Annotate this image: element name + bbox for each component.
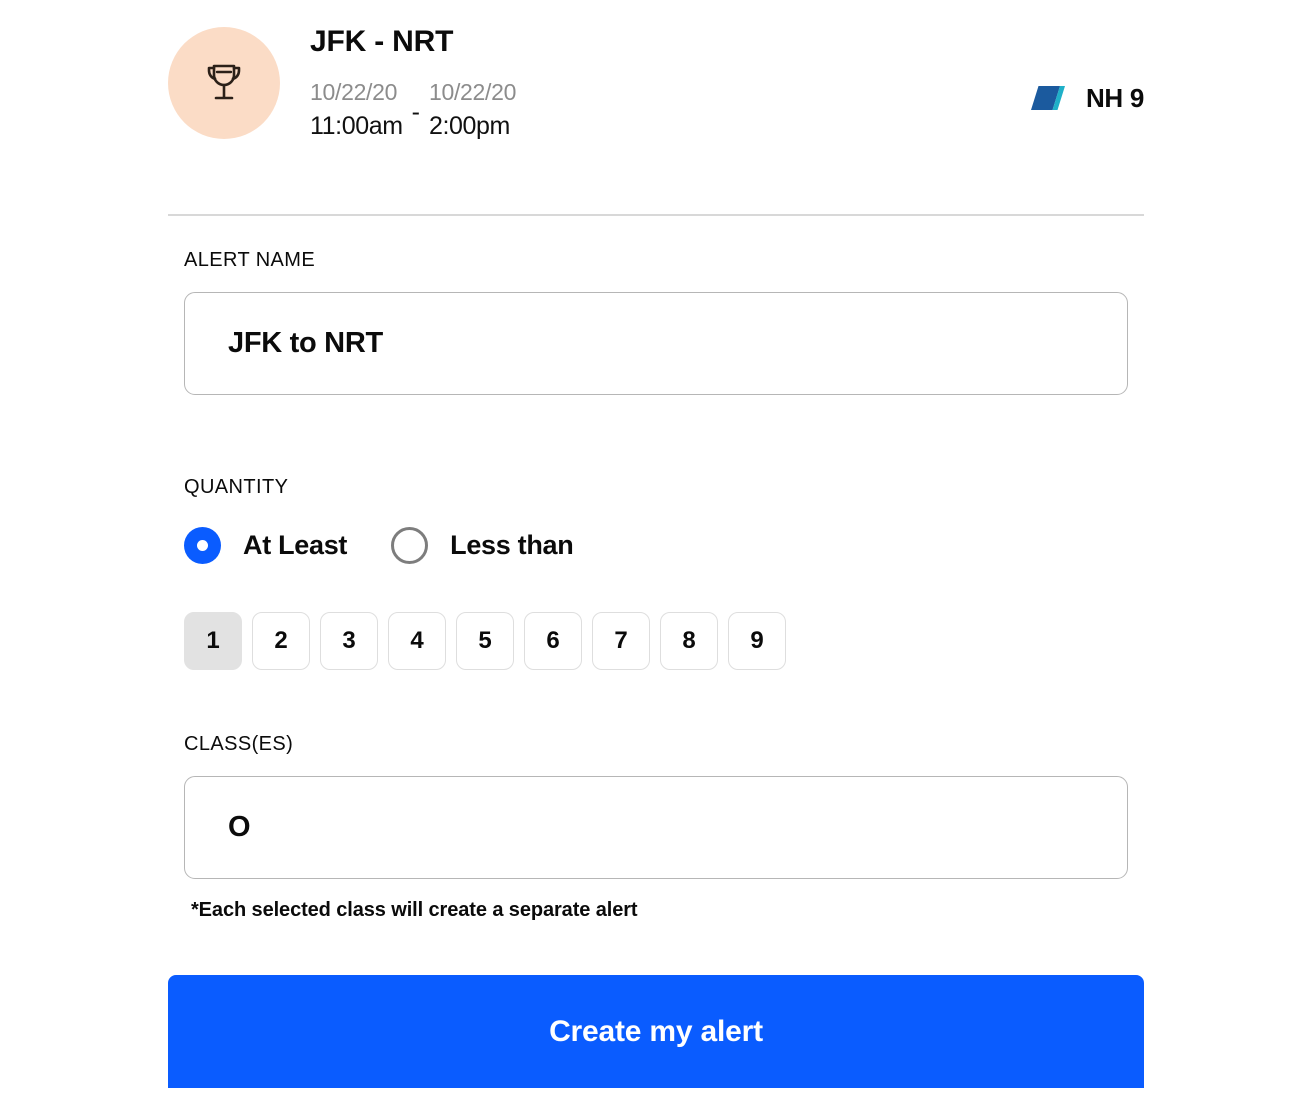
departure-block: 10/22/20 11:00am <box>310 76 403 144</box>
quantity-chip-8[interactable]: 8 <box>660 612 718 670</box>
flight-summary: JFK - NRT 10/22/20 11:00am - 10/22/20 2:… <box>310 18 1024 144</box>
classes-note: *Each selected class will create a separ… <box>191 899 638 921</box>
time-separator: - <box>411 97 420 126</box>
quantity-number-group: 1 2 3 4 5 6 7 8 9 <box>184 612 1128 670</box>
departure-time: 11:00am <box>310 111 403 140</box>
create-alert-button[interactable]: Create my alert <box>168 975 1144 1088</box>
alert-form: ALERT NAME JFK to NRT QUANTITY At Least … <box>184 249 1128 922</box>
flight-code: NH 9 <box>1085 82 1144 113</box>
trophy-icon <box>168 27 280 139</box>
ana-airline-logo-icon <box>1030 86 1065 110</box>
classes-input[interactable]: O <box>184 776 1128 879</box>
alert-name-value: JFK to NRT <box>228 327 383 359</box>
create-alert-page: JFK - NRT 10/22/20 11:00am - 10/22/20 2:… <box>0 0 1312 1114</box>
radio-selected-icon <box>184 527 221 564</box>
quantity-chip-2[interactable]: 2 <box>252 612 310 670</box>
radio-unselected-icon <box>391 527 429 564</box>
quantity-chip-6[interactable]: 6 <box>524 612 582 670</box>
quantity-chip-3[interactable]: 3 <box>320 612 378 670</box>
radio-at-least-label: At Least <box>243 530 348 560</box>
classes-label: CLASS(ES) <box>184 733 294 755</box>
quantity-chip-7[interactable]: 7 <box>592 612 650 670</box>
radio-less-than[interactable]: Less than <box>391 527 574 564</box>
departure-date: 10/22/20 <box>310 79 398 105</box>
quantity-radio-group: At Least Less than <box>184 527 1128 564</box>
alert-name-label: ALERT NAME <box>184 249 316 271</box>
classes-value: O <box>228 811 251 843</box>
quantity-chip-9[interactable]: 9 <box>728 612 786 670</box>
quantity-chip-1[interactable]: 1 <box>184 612 242 670</box>
arrival-date: 10/22/20 <box>428 79 517 105</box>
airline-info: NH 9 <box>1024 76 1144 120</box>
quantity-chip-5[interactable]: 5 <box>456 612 514 670</box>
quantity-label: QUANTITY <box>184 476 289 498</box>
arrival-time: 2:00pm <box>428 111 510 140</box>
radio-less-than-label: Less than <box>450 530 574 560</box>
radio-at-least[interactable]: At Least <box>184 527 347 564</box>
flight-times: 10/22/20 11:00am - 10/22/20 2:00pm <box>310 76 1024 144</box>
quantity-chip-4[interactable]: 4 <box>388 612 446 670</box>
alert-name-input[interactable]: JFK to NRT <box>184 292 1128 395</box>
arrival-block: 10/22/20 2:00pm <box>429 76 516 144</box>
header-divider <box>168 214 1144 216</box>
flight-header: JFK - NRT 10/22/20 11:00am - 10/22/20 2:… <box>168 18 1144 158</box>
page-title: JFK - NRT <box>310 25 454 58</box>
